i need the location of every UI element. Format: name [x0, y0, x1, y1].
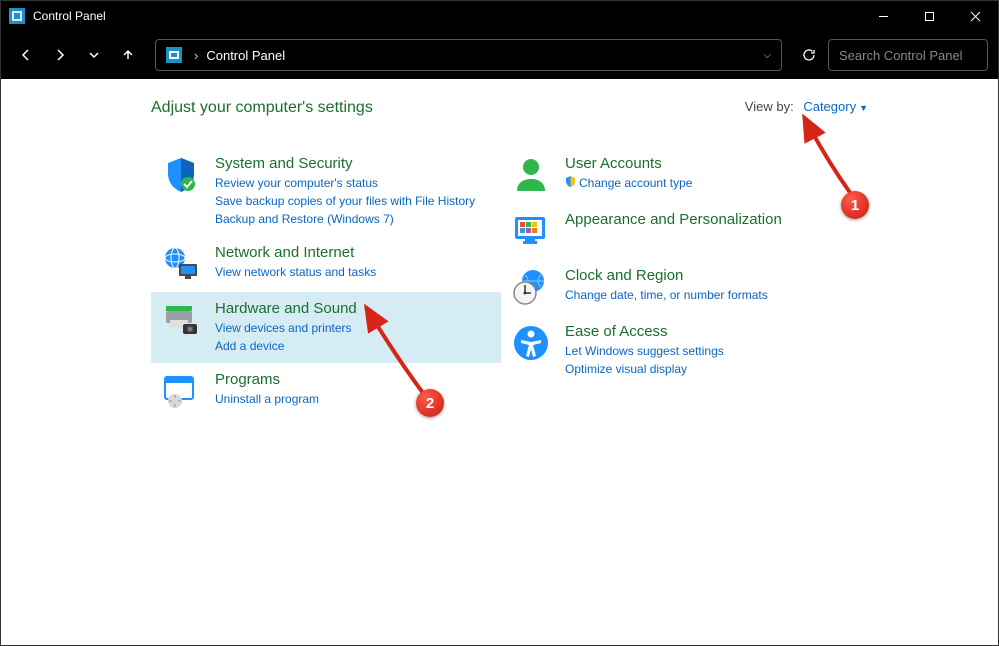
category-link[interactable]: View network status and tasks — [215, 263, 491, 281]
recent-locations-button[interactable] — [79, 40, 109, 70]
category-appearance-personalization[interactable]: Appearance and Personalization — [501, 203, 851, 259]
breadcrumb[interactable]: Control Panel — [206, 48, 285, 63]
category-link[interactable]: View devices and printers — [215, 319, 491, 337]
forward-button[interactable] — [45, 40, 75, 70]
address-dropdown-icon[interactable]: ⌵ — [763, 50, 771, 61]
category-title[interactable]: Network and Internet — [215, 244, 491, 261]
chevron-right-icon: › — [194, 48, 198, 63]
printer-camera-icon — [161, 300, 201, 340]
search-input[interactable] — [839, 48, 999, 63]
view-by-label: View by: — [745, 99, 794, 114]
right-column: User Accounts Change account type Appear… — [501, 147, 851, 419]
category-network-internet[interactable]: Network and Internet View network status… — [151, 236, 501, 292]
user-icon — [511, 155, 551, 195]
programs-icon — [161, 371, 201, 411]
shield-icon — [161, 155, 201, 195]
uac-shield-icon — [565, 176, 576, 187]
category-link[interactable]: Backup and Restore (Windows 7) — [215, 210, 491, 228]
category-link[interactable]: Let Windows suggest settings — [565, 342, 841, 360]
refresh-button[interactable] — [794, 40, 824, 70]
content-area: Adjust your computer's settings View by:… — [1, 79, 998, 645]
category-title[interactable]: Appearance and Personalization — [565, 211, 841, 228]
titlebar: Control Panel — [1, 1, 998, 31]
category-link[interactable]: Change date, time, or number formats — [565, 286, 841, 304]
category-link[interactable]: Review your computer's status — [215, 174, 491, 192]
category-link[interactable]: Change account type — [565, 174, 841, 192]
category-title[interactable]: Ease of Access — [565, 323, 841, 340]
category-hardware-sound[interactable]: Hardware and Sound View devices and prin… — [151, 292, 501, 363]
search-box[interactable] — [828, 39, 988, 71]
category-ease-of-access[interactable]: Ease of Access Let Windows suggest setti… — [501, 315, 851, 386]
category-clock-region[interactable]: Clock and Region Change date, time, or n… — [501, 259, 851, 315]
globe-monitor-icon — [161, 244, 201, 284]
close-button[interactable] — [952, 1, 998, 31]
address-bar[interactable]: › Control Panel ⌵ — [155, 39, 782, 71]
toolbar: › Control Panel ⌵ — [1, 31, 998, 79]
category-user-accounts[interactable]: User Accounts Change account type — [501, 147, 851, 203]
clock-globe-icon — [511, 267, 551, 307]
view-by-dropdown[interactable]: Category▼ — [803, 99, 868, 114]
category-title[interactable]: Programs — [215, 371, 491, 388]
category-system-security[interactable]: System and Security Review your computer… — [151, 147, 501, 236]
page-heading: Adjust your computer's settings — [151, 99, 998, 117]
control-panel-app-icon — [9, 8, 25, 24]
window-title: Control Panel — [33, 9, 106, 23]
category-link[interactable]: Uninstall a program — [215, 390, 491, 408]
category-title[interactable]: System and Security — [215, 155, 491, 172]
category-programs[interactable]: Programs Uninstall a program — [151, 363, 501, 419]
left-column: System and Security Review your computer… — [151, 147, 501, 419]
monitor-colors-icon — [511, 211, 551, 251]
category-link[interactable]: Add a device — [215, 337, 491, 355]
accessibility-icon — [511, 323, 551, 363]
minimize-button[interactable] — [860, 1, 906, 31]
chevron-down-icon: ▼ — [859, 103, 868, 113]
category-title[interactable]: Hardware and Sound — [215, 300, 491, 317]
category-link[interactable]: Optimize visual display — [565, 360, 841, 378]
category-title[interactable]: Clock and Region — [565, 267, 841, 284]
maximize-button[interactable] — [906, 1, 952, 31]
category-link[interactable]: Save backup copies of your files with Fi… — [215, 192, 491, 210]
up-button[interactable] — [113, 40, 143, 70]
back-button[interactable] — [11, 40, 41, 70]
control-panel-icon — [166, 47, 182, 63]
view-by-control: View by: Category▼ — [745, 99, 868, 114]
category-title[interactable]: User Accounts — [565, 155, 841, 172]
window: Control Panel › Control Panel ⌵ Adjust y… — [0, 0, 999, 646]
